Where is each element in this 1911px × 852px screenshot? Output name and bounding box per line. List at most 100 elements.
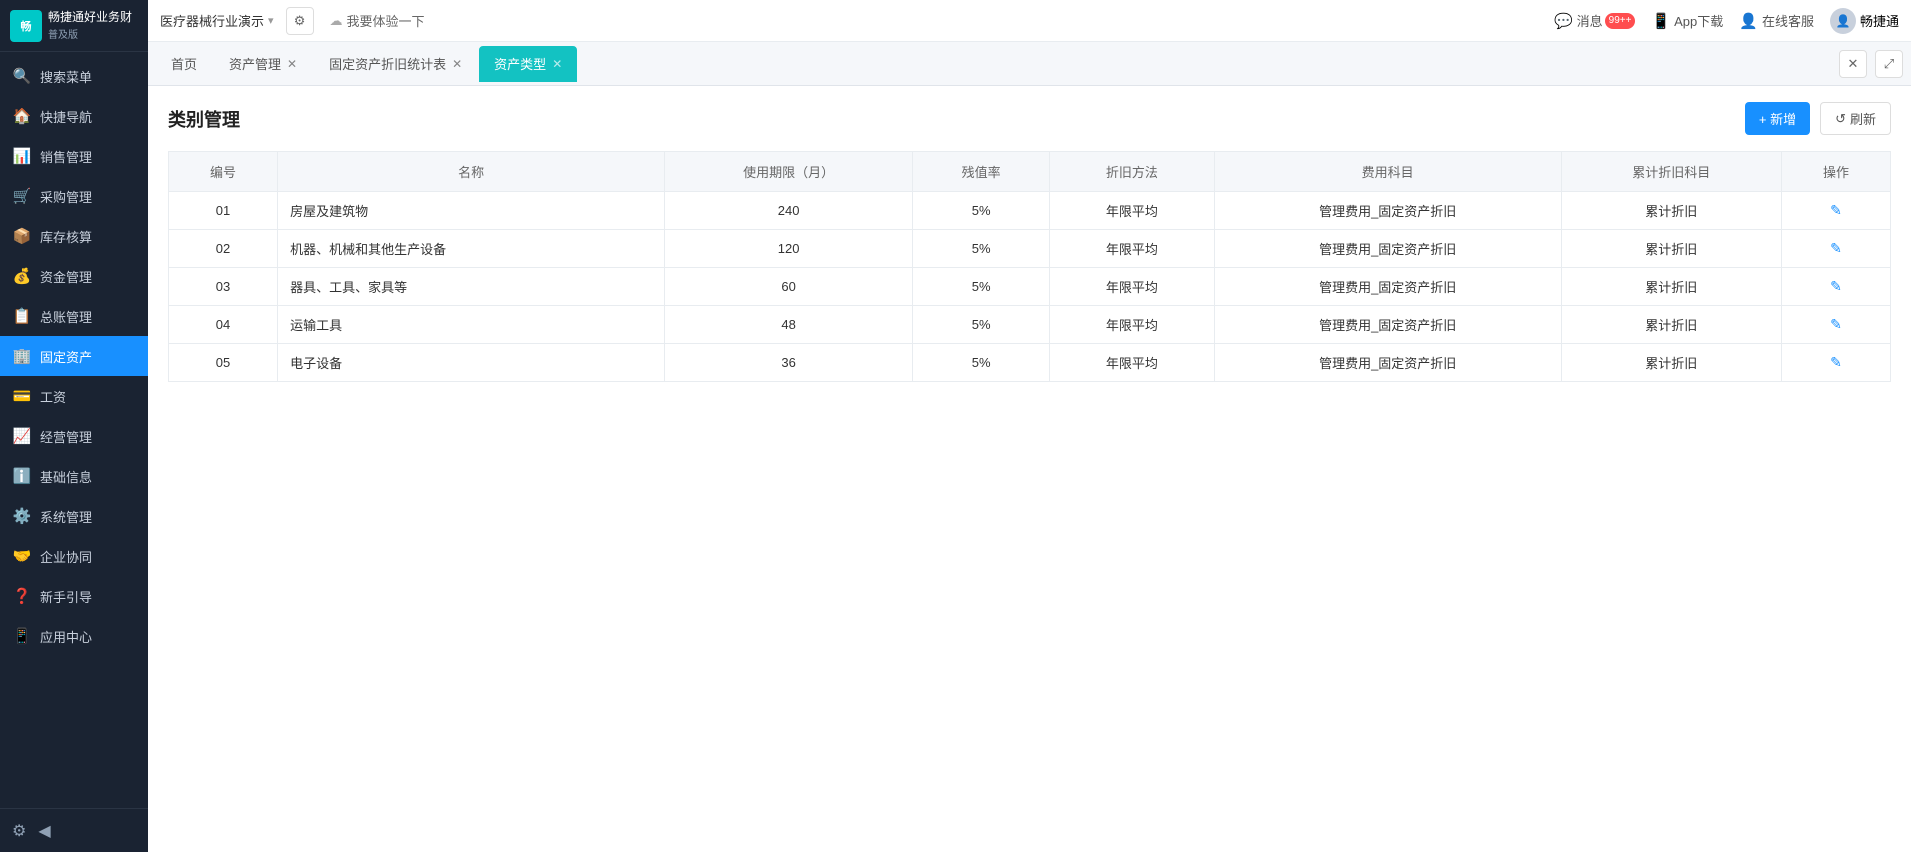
- sidebar-item-ledger[interactable]: 📋 总账管理: [0, 296, 148, 336]
- sidebar-item-inventory[interactable]: 📦 库存核算: [0, 216, 148, 256]
- inventory-icon: 📦: [12, 226, 32, 246]
- sales-icon: 📊: [12, 146, 32, 166]
- salary-icon: 💳: [12, 386, 32, 406]
- sidebar-item-purchase[interactable]: 🛒 采购管理: [0, 176, 148, 216]
- sidebar-item-sales[interactable]: 📊 销售管理: [0, 136, 148, 176]
- sidebar-footer: ⚙ ◀: [0, 808, 148, 852]
- tab-close-icon[interactable]: ✕: [287, 57, 297, 71]
- sidebar-item-capital[interactable]: 💰 资金管理: [0, 256, 148, 296]
- settings-footer-icon[interactable]: ⚙: [12, 821, 26, 841]
- cell-expense: 管理费用_固定资产折旧: [1214, 268, 1561, 306]
- tab-close-icon[interactable]: ✕: [452, 57, 462, 71]
- column-header: 操作: [1781, 152, 1890, 192]
- cell-accumulated: 累计折旧: [1561, 192, 1781, 230]
- column-header: 使用期限（月）: [665, 152, 913, 192]
- new-button[interactable]: + 新增: [1745, 102, 1810, 135]
- tab-asset-management[interactable]: 资产管理 ✕: [214, 46, 312, 82]
- sidebar-item-search[interactable]: 🔍 搜索菜单: [0, 56, 148, 96]
- tab-label: 资产管理: [229, 54, 281, 73]
- table-row: 04运输工具485%年限平均管理费用_固定资产折旧累计折旧✎: [169, 306, 1891, 344]
- cell-name: 机器、机械和其他生产设备: [278, 230, 665, 268]
- cell-edit[interactable]: ✎: [1781, 192, 1890, 230]
- cell-expense: 管理费用_固定资产折旧: [1214, 306, 1561, 344]
- tab-home[interactable]: 首页: [156, 46, 212, 82]
- message-badge: 99+: [1605, 13, 1636, 29]
- cell-name: 器具、工具、家具等: [278, 268, 665, 306]
- cell-accumulated: 累计折旧: [1561, 230, 1781, 268]
- sidebar-item-label: 工资: [40, 387, 66, 406]
- cell-method: 年限平均: [1050, 192, 1215, 230]
- sidebar-item-label: 应用中心: [40, 627, 92, 646]
- tab-close-icon[interactable]: ✕: [552, 57, 562, 71]
- column-header: 名称: [278, 152, 665, 192]
- cell-edit[interactable]: ✎: [1781, 306, 1890, 344]
- expand-tab-button[interactable]: ⤢: [1875, 50, 1903, 78]
- sidebar-item-app-center[interactable]: 📱 应用中心: [0, 616, 148, 656]
- customer-service-action[interactable]: 👤 在线客服: [1739, 11, 1814, 30]
- edit-icon[interactable]: ✎: [1830, 354, 1842, 370]
- close-tab-button[interactable]: ✕: [1839, 50, 1867, 78]
- sidebar-item-label: 经营管理: [40, 427, 92, 446]
- tab-label: 资产类型: [494, 54, 546, 73]
- sidebar-nav: 🔍 搜索菜单 🏠 快捷导航 📊 销售管理 🛒 采购管理 📦 库存核算 💰 资金管…: [0, 52, 148, 808]
- cell-period: 36: [665, 344, 913, 382]
- tab-asset-type[interactable]: 资产类型 ✕: [479, 46, 577, 82]
- guide-icon: ❓: [12, 586, 32, 606]
- header-actions: + 新增 ↺ 刷新: [1745, 102, 1891, 135]
- app-download-action[interactable]: 📱 App下载: [1651, 11, 1723, 30]
- cell-edit[interactable]: ✎: [1781, 344, 1890, 382]
- content-header: 类别管理 + 新增 ↺ 刷新: [168, 102, 1891, 135]
- app-download-icon: 📱: [1651, 12, 1670, 30]
- sidebar-item-system[interactable]: ⚙️ 系统管理: [0, 496, 148, 536]
- user-menu[interactable]: 👤 畅捷通: [1830, 8, 1899, 34]
- cell-expense: 管理费用_固定资产折旧: [1214, 230, 1561, 268]
- logo-text: 畅捷通好业务财: [48, 10, 132, 26]
- sidebar-item-guide[interactable]: ❓ 新手引导: [0, 576, 148, 616]
- cell-name: 运输工具: [278, 306, 665, 344]
- topbar: 医疗器械行业演示 ▾ ⚙ ☁ 我要体验一下 💬 消息 99+ 📱 App下载 👤…: [148, 0, 1911, 42]
- tab-label: 固定资产折旧统计表: [329, 54, 446, 73]
- table-row: 05电子设备365%年限平均管理费用_固定资产折旧累计折旧✎: [169, 344, 1891, 382]
- fixed-assets-icon: 🏢: [12, 346, 32, 366]
- message-action[interactable]: 💬 消息 99+: [1554, 11, 1636, 30]
- column-header: 累计折旧科目: [1561, 152, 1781, 192]
- tabs-bar: 首页 资产管理 ✕ 固定资产折旧统计表 ✕ 资产类型 ✕ ✕ ⤢: [148, 42, 1911, 86]
- table-row: 01房屋及建筑物2405%年限平均管理费用_固定资产折旧累计折旧✎: [169, 192, 1891, 230]
- sidebar-item-fixed-assets[interactable]: 🏢 固定资产: [0, 336, 148, 376]
- cell-accumulated: 累计折旧: [1561, 344, 1781, 382]
- company-name: 医疗器械行业演示: [160, 11, 264, 30]
- column-header: 折旧方法: [1050, 152, 1215, 192]
- edit-icon[interactable]: ✎: [1830, 278, 1842, 294]
- edit-icon[interactable]: ✎: [1830, 316, 1842, 332]
- edit-icon[interactable]: ✎: [1830, 202, 1842, 218]
- topbar-left: 医疗器械行业演示 ▾ ⚙ ☁ 我要体验一下: [160, 7, 1554, 35]
- company-selector[interactable]: 医疗器械行业演示 ▾: [160, 11, 274, 30]
- cell-edit[interactable]: ✎: [1781, 268, 1890, 306]
- topbar-settings-button[interactable]: ⚙: [286, 7, 314, 35]
- sidebar-item-cooperation[interactable]: 🤝 企业协同: [0, 536, 148, 576]
- tab-depreciation-report[interactable]: 固定资产折旧统计表 ✕: [314, 46, 477, 82]
- sidebar-item-label: 快捷导航: [40, 107, 92, 126]
- sidebar-item-label: 库存核算: [40, 227, 92, 246]
- sidebar-item-operations[interactable]: 📈 经营管理: [0, 416, 148, 456]
- username: 畅捷通: [1860, 11, 1899, 30]
- cell-expense: 管理费用_固定资产折旧: [1214, 344, 1561, 382]
- customer-service-icon: 👤: [1739, 12, 1758, 30]
- cell-code: 01: [169, 192, 278, 230]
- logo-area: 畅 畅捷通好业务财 普及版: [0, 0, 148, 52]
- cell-edit[interactable]: ✎: [1781, 230, 1890, 268]
- refresh-button[interactable]: ↺ 刷新: [1820, 102, 1891, 135]
- cell-name: 电子设备: [278, 344, 665, 382]
- basic-info-icon: ℹ️: [12, 466, 32, 486]
- main-area: 医疗器械行业演示 ▾ ⚙ ☁ 我要体验一下 💬 消息 99+ 📱 App下载 👤…: [148, 0, 1911, 852]
- edit-icon[interactable]: ✎: [1830, 240, 1842, 256]
- sidebar-item-salary[interactable]: 💳 工资: [0, 376, 148, 416]
- cell-expense: 管理费用_固定资产折旧: [1214, 192, 1561, 230]
- page-title: 类别管理: [168, 106, 240, 132]
- sidebar-item-shortcut[interactable]: 🏠 快捷导航: [0, 96, 148, 136]
- sidebar-item-basic-info[interactable]: ℹ️ 基础信息: [0, 456, 148, 496]
- tab-label: 首页: [171, 54, 197, 73]
- collapse-icon[interactable]: ◀: [38, 821, 50, 841]
- experience-button[interactable]: ☁ 我要体验一下: [330, 11, 425, 30]
- cell-method: 年限平均: [1050, 344, 1215, 382]
